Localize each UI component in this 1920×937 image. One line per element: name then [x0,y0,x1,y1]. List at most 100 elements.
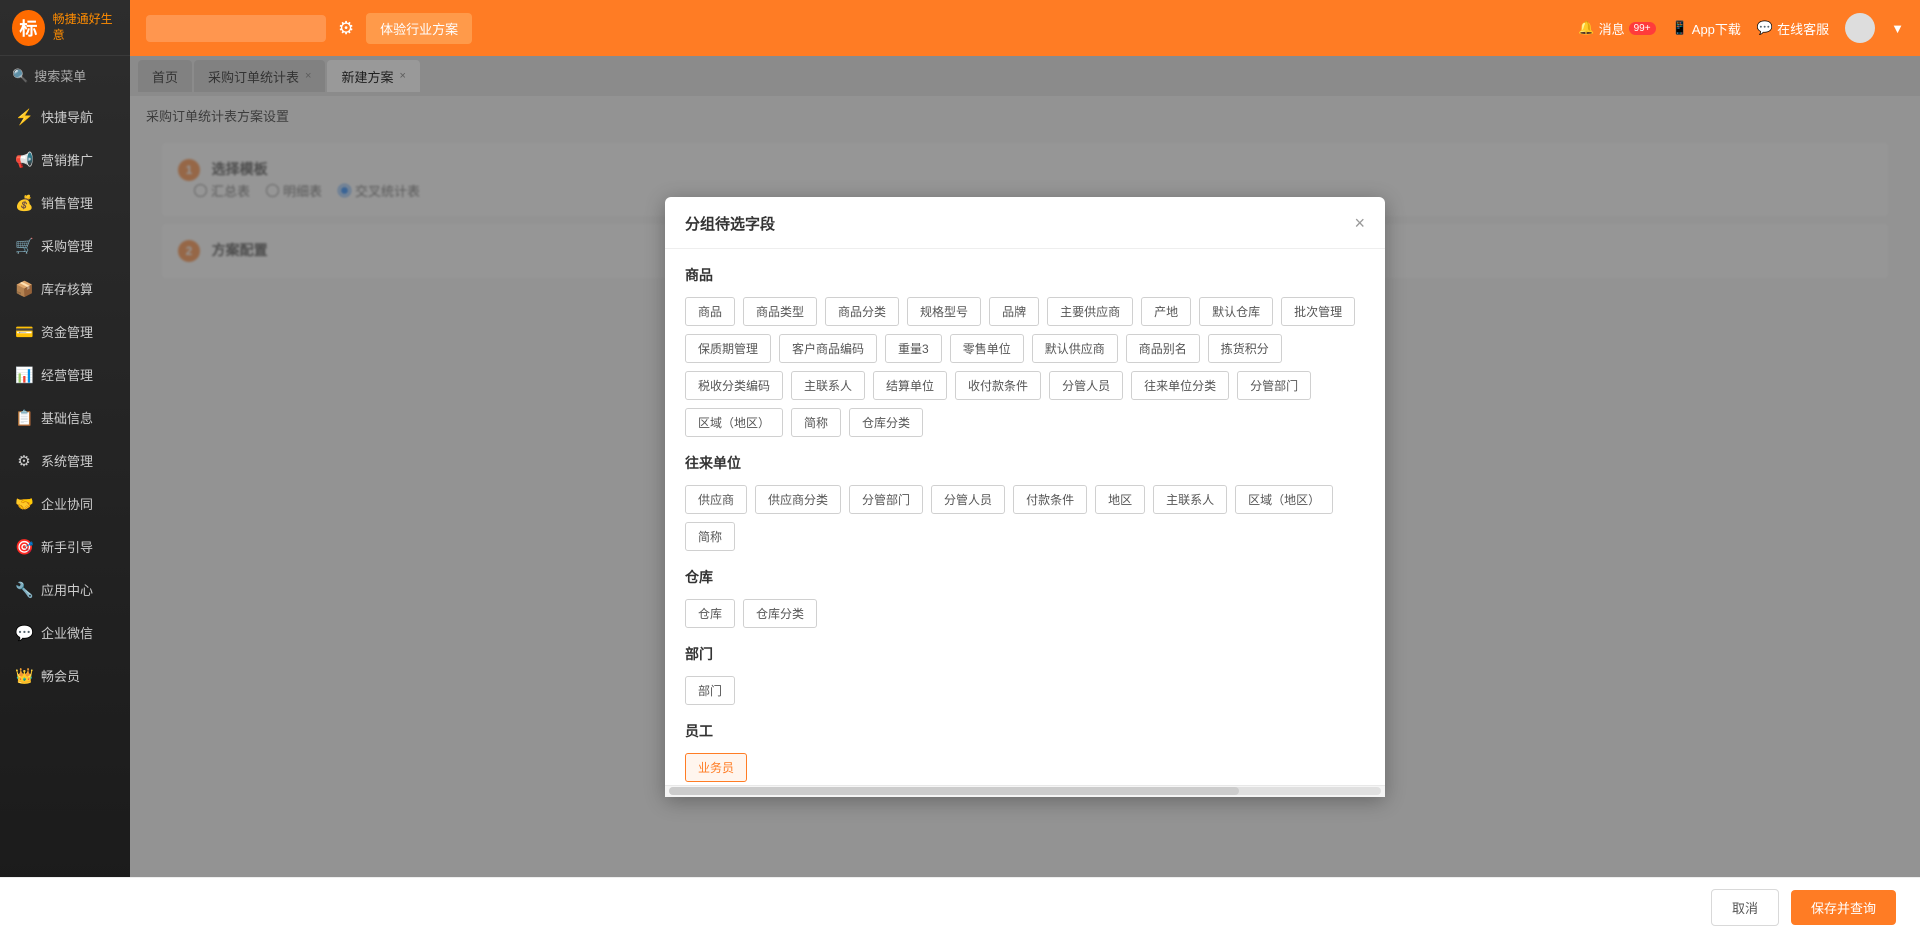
header-gear-icon[interactable]: ⚙ [338,18,354,39]
sidebar-item-inventory[interactable]: 📦 库存核算 [0,267,130,310]
sidebar-icon-inventory: 📦 [15,280,33,298]
tag-partner-8[interactable]: 简称 [685,522,735,551]
dialog: 分组待选字段 × 商品商品商品类型商品分类规格型号品牌主要供应商产地默认仓库批次… [665,197,1385,797]
online-service-icon: 💬 [1757,20,1773,36]
tag-staff-0[interactable]: 业务员 [685,753,747,782]
experience-solution-button[interactable]: 体验行业方案 [366,13,472,44]
tag-partner-3[interactable]: 分管人员 [931,485,1005,514]
tag-goods-10[interactable]: 客户商品编码 [779,334,877,363]
tag-partner-0[interactable]: 供应商 [685,485,747,514]
tag-goods-5[interactable]: 主要供应商 [1047,297,1133,326]
tag-partner-2[interactable]: 分管部门 [849,485,923,514]
sidebar-item-operations[interactable]: 📊经营管理 [0,353,130,396]
tag-goods-12[interactable]: 零售单位 [950,334,1024,363]
sidebar-logo: 标 畅捷通好生意 [0,0,130,56]
header-search-input[interactable] [146,15,326,42]
tag-goods-13[interactable]: 默认供应商 [1032,334,1118,363]
tag-goods-25[interactable]: 仓库分类 [849,408,923,437]
tag-goods-7[interactable]: 默认仓库 [1199,297,1273,326]
tag-partner-6[interactable]: 主联系人 [1153,485,1227,514]
online-service-item[interactable]: 💬 在线客服 [1757,19,1829,38]
notification-badge: 99+ [1629,22,1656,35]
tag-goods-6[interactable]: 产地 [1141,297,1191,326]
notification-icon: 🔔 [1578,20,1594,36]
tag-warehouse-0[interactable]: 仓库 [685,599,735,628]
tag-goods-2[interactable]: 商品分类 [825,297,899,326]
sidebar-icon-quick-nav: ⚡ [15,108,33,126]
sidebar-label-finance: 资金管理 [41,322,93,341]
sidebar-icon-member: 👑 [15,667,33,685]
sidebar-item-quick-nav[interactable]: ⚡快捷导航 [0,95,130,138]
sidebar-label-basic-info: 基础信息 [41,408,93,427]
sidebar-label-inventory: 库存核算 [41,279,93,298]
section-title-partner: 往来单位 [685,453,1365,473]
tag-goods-14[interactable]: 商品别名 [1126,334,1200,363]
sidebar-item-basic-info[interactable]: 📋基础信息 [0,396,130,439]
sidebar-label-operations: 经营管理 [41,365,93,384]
tag-goods-19[interactable]: 收付款条件 [955,371,1041,400]
sidebar-label-corp-collab: 企业协同 [41,494,93,513]
app-download-item[interactable]: 📱 App下载 [1672,19,1741,38]
sidebar-icon-sales: 💰 [15,194,33,212]
tag-goods-16[interactable]: 税收分类编码 [685,371,783,400]
tag-goods-0[interactable]: 商品 [685,297,735,326]
user-menu-icon[interactable]: ▼ [1891,21,1904,36]
dialog-hscroll[interactable] [665,785,1385,797]
notification-item[interactable]: 🔔 消息 99+ [1578,19,1655,38]
sidebar-item-newbie[interactable]: 🎯新手引导 [0,525,130,568]
avatar[interactable] [1845,13,1875,43]
tag-partner-1[interactable]: 供应商分类 [755,485,841,514]
section-title-department: 部门 [685,644,1365,664]
sidebar-item-purchase[interactable]: 🛒 采购管理 [0,224,130,267]
dialog-close-icon[interactable]: × [1354,213,1365,234]
section-title-warehouse: 仓库 [685,567,1365,587]
tag-goods-18[interactable]: 结算单位 [873,371,947,400]
sidebar-label-app-center: 应用中心 [41,580,93,599]
dialog-overlay: 分组待选字段 × 商品商品商品类型商品分类规格型号品牌主要供应商产地默认仓库批次… [130,56,1920,937]
sidebar-search[interactable]: 🔍 搜索菜单 [0,56,130,95]
tag-partner-4[interactable]: 付款条件 [1013,485,1087,514]
tag-goods-21[interactable]: 往来单位分类 [1131,371,1229,400]
confirm-button[interactable]: 保存并查询 [1791,890,1896,925]
tag-goods-20[interactable]: 分管人员 [1049,371,1123,400]
cancel-button[interactable]: 取消 [1711,889,1779,926]
sidebar-label-purchase: 采购管理 [41,236,93,255]
tag-goods-17[interactable]: 主联系人 [791,371,865,400]
dialog-body[interactable]: 商品商品商品类型商品分类规格型号品牌主要供应商产地默认仓库批次管理保质期管理客户… [665,249,1385,785]
tag-goods-3[interactable]: 规格型号 [907,297,981,326]
sidebar-item-member[interactable]: 👑 畅会员 [0,654,130,697]
tag-goods-22[interactable]: 分管部门 [1237,371,1311,400]
tag-partner-7[interactable]: 区域（地区） [1235,485,1333,514]
header-left: ⚙ 体验行业方案 [146,13,472,44]
logo-icon: 标 [12,10,45,46]
sidebar-icon-marketing: 📢 [15,151,33,169]
tag-goods-4[interactable]: 品牌 [989,297,1039,326]
sidebar-item-app-center[interactable]: 🔧应用中心 [0,568,130,611]
header: ⚙ 体验行业方案 🔔 消息 99+ 📱 App下载 💬 在线客服 ▼ [130,0,1920,56]
tag-goods-11[interactable]: 重量3 [885,334,942,363]
tag-warehouse-1[interactable]: 仓库分类 [743,599,817,628]
tag-department-0[interactable]: 部门 [685,676,735,705]
tag-partner-5[interactable]: 地区 [1095,485,1145,514]
sidebar-item-marketing[interactable]: 📢营销推广 [0,138,130,181]
tag-goods-9[interactable]: 保质期管理 [685,334,771,363]
sidebar-item-sales[interactable]: 💰销售管理 [0,181,130,224]
tag-goods-1[interactable]: 商品类型 [743,297,817,326]
sidebar-label-newbie: 新手引导 [41,537,93,556]
sidebar-item-finance[interactable]: 💳资金管理 [0,310,130,353]
sidebar-item-corp-collab[interactable]: 🤝企业协同 [0,482,130,525]
sidebar: 标 畅捷通好生意 🔍 搜索菜单 ⚡快捷导航📢营销推广💰销售管理 🛒 采购管理 📦 库存核… [0,0,130,937]
sidebar-icon-corp-wechat: 💬 [15,624,33,642]
tag-goods-15[interactable]: 拣货积分 [1208,334,1282,363]
sidebar-item-corp-wechat[interactable]: 💬 企业微信 [0,611,130,654]
tag-goods-23[interactable]: 区域（地区） [685,408,783,437]
sidebar-icon-purchase: 🛒 [15,237,33,255]
app-download-icon: 📱 [1672,20,1688,36]
dialog-header: 分组待选字段 × [665,197,1385,249]
tag-goods-24[interactable]: 简称 [791,408,841,437]
sidebar-label-member: 畅会员 [41,666,80,685]
tags-row-goods: 商品商品类型商品分类规格型号品牌主要供应商产地默认仓库批次管理保质期管理客户商品… [685,297,1365,437]
sidebar-item-system[interactable]: ⚙系统管理 [0,439,130,482]
sidebar-label-corp-wechat: 企业微信 [41,623,93,642]
tag-goods-8[interactable]: 批次管理 [1281,297,1355,326]
